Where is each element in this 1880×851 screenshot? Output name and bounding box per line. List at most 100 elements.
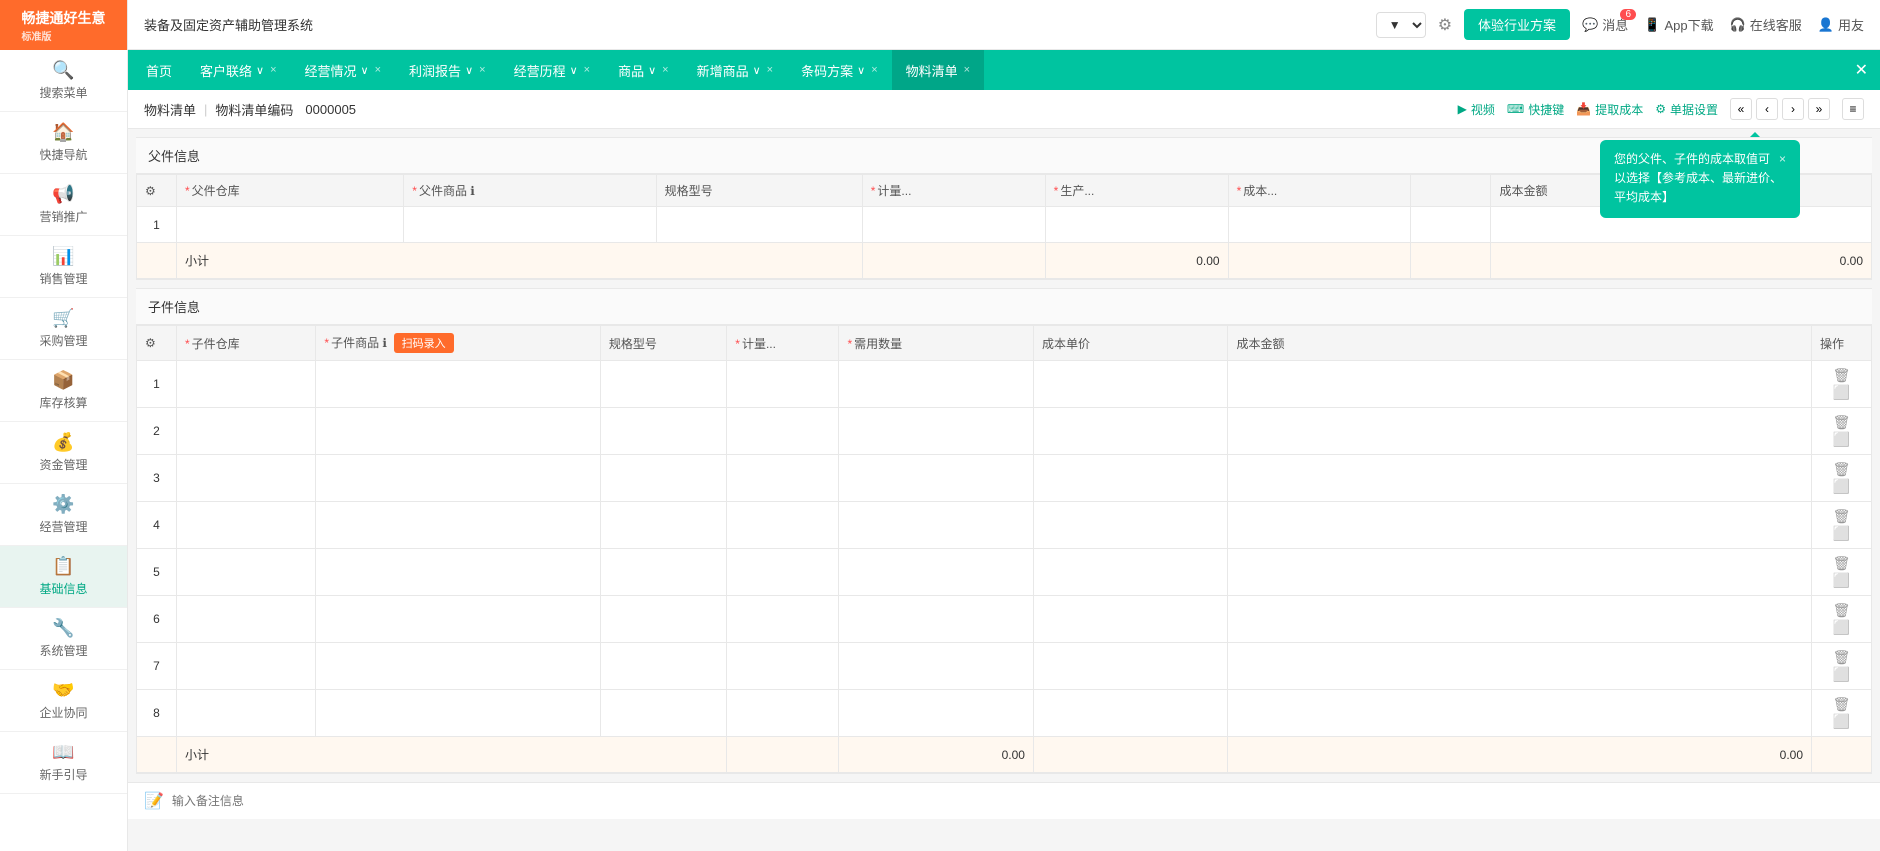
child-cell-spec-1[interactable] [600, 361, 726, 408]
child-cell-warehouse-7[interactable] [177, 643, 316, 690]
nav-tab-close-goods[interactable]: × [662, 64, 668, 76]
child-cell-warehouse-8[interactable] [177, 690, 316, 737]
child-cell-qty-5[interactable] [839, 549, 1033, 596]
child-cell-warehouse-4[interactable] [177, 502, 316, 549]
system-select[interactable]: ▼ [1376, 12, 1426, 38]
delete-icon-7[interactable]: 🗑 [1833, 649, 1851, 665]
child-cell-spec-3[interactable] [600, 455, 726, 502]
sidebar-item-basic[interactable]: 📋基础信息 [0, 546, 127, 608]
message-icon-group[interactable]: 💬 消息 6 [1582, 15, 1628, 34]
child-cell-unit-4[interactable] [727, 502, 839, 549]
child-cell-spec-4[interactable] [600, 502, 726, 549]
sidebar-item-sales[interactable]: 📊销售管理 [0, 236, 127, 298]
child-cell-goods-6[interactable] [316, 596, 600, 643]
child-cell-goods-2[interactable] [316, 408, 600, 455]
view-action[interactable]: ▶ 视频 [1458, 101, 1495, 118]
child-cell-unitcost-4[interactable] [1033, 502, 1227, 549]
child-cell-qty-1[interactable] [839, 361, 1033, 408]
child-cell-costamount-5[interactable] [1228, 549, 1812, 596]
delete-icon-8[interactable]: 🗑 [1833, 696, 1851, 712]
sidebar-item-guide[interactable]: 📖新手引导 [0, 732, 127, 794]
child-cell-costamount-1[interactable] [1228, 361, 1812, 408]
close-all-tabs-icon[interactable]: ✕ [1847, 60, 1876, 80]
nav-tab-close-profit[interactable]: × [479, 64, 485, 76]
trial-button[interactable]: 体验行业方案 [1464, 9, 1570, 40]
copy-icon-3[interactable]: ⬜ [1833, 478, 1850, 494]
shortcut-action[interactable]: ⌨ 快捷键 [1507, 101, 1564, 118]
gear-icon[interactable]: ⚙ [1438, 15, 1452, 35]
user-group[interactable]: 👤 用友 [1818, 15, 1864, 34]
child-cell-spec-8[interactable] [600, 690, 726, 737]
scan-btn[interactable]: 扫码录入 [394, 333, 454, 353]
child-cell-costamount-8[interactable] [1228, 690, 1812, 737]
child-cell-costamount-7[interactable] [1228, 643, 1812, 690]
child-cell-unit-5[interactable] [727, 549, 839, 596]
first-page-btn[interactable]: « [1730, 98, 1752, 120]
child-cell-unitcost-7[interactable] [1033, 643, 1227, 690]
child-cell-spec-7[interactable] [600, 643, 726, 690]
child-cell-unit-8[interactable] [727, 690, 839, 737]
parent-cell-spec[interactable] [656, 207, 862, 243]
delete-icon-1[interactable]: 🗑 [1833, 367, 1851, 383]
copy-icon-8[interactable]: ⬜ [1833, 713, 1850, 729]
app-download-group[interactable]: 📱 App下载 [1644, 15, 1713, 34]
child-cell-warehouse-3[interactable] [177, 455, 316, 502]
grid-view-btn[interactable]: ≡ [1842, 98, 1864, 120]
child-cell-qty-6[interactable] [839, 596, 1033, 643]
child-cell-qty-8[interactable] [839, 690, 1033, 737]
child-cell-goods-8[interactable] [316, 690, 600, 737]
delete-icon-3[interactable]: 🗑 [1833, 461, 1851, 477]
sidebar-item-ops[interactable]: ⚙️经营管理 [0, 484, 127, 546]
copy-icon-4[interactable]: ⬜ [1833, 525, 1850, 541]
child-cell-goods-1[interactable] [316, 361, 600, 408]
nav-tab-close-barcode[interactable]: × [871, 64, 877, 76]
nav-tab-close-ops-status[interactable]: × [375, 64, 381, 76]
child-cell-unitcost-3[interactable] [1033, 455, 1227, 502]
child-cell-qty-3[interactable] [839, 455, 1033, 502]
delete-icon-5[interactable]: 🗑 [1833, 555, 1851, 571]
child-cell-unit-3[interactable] [727, 455, 839, 502]
nav-tab-bom[interactable]: 物料清单× [892, 50, 984, 90]
sidebar-item-purchase[interactable]: 🛒采购管理 [0, 298, 127, 360]
nav-tab-customer[interactable]: 客户联络∨× [186, 50, 291, 90]
parent-cell-warehouse[interactable] [177, 207, 404, 243]
last-page-btn[interactable]: » [1808, 98, 1830, 120]
sidebar-item-finance[interactable]: 💰资金管理 [0, 422, 127, 484]
sidebar-item-marketing[interactable]: 📢营销推广 [0, 174, 127, 236]
nav-tab-new-goods[interactable]: 新增商品∨× [683, 50, 788, 90]
sidebar-item-corp[interactable]: 🤝企业协同 [0, 670, 127, 732]
child-cell-warehouse-6[interactable] [177, 596, 316, 643]
child-cell-unitcost-6[interactable] [1033, 596, 1227, 643]
parent-cell-prod[interactable] [1045, 207, 1228, 243]
nav-tab-profit[interactable]: 利润报告∨× [395, 50, 500, 90]
child-cell-unitcost-5[interactable] [1033, 549, 1227, 596]
settings-action[interactable]: ⚙ 单据设置 [1655, 101, 1718, 118]
copy-icon-7[interactable]: ⬜ [1833, 666, 1850, 682]
delete-icon-4[interactable]: 🗑 [1833, 508, 1851, 524]
copy-icon-1[interactable]: ⬜ [1833, 384, 1850, 400]
nav-tab-close-ops-history[interactable]: × [584, 64, 590, 76]
child-cell-goods-4[interactable] [316, 502, 600, 549]
copy-icon-6[interactable]: ⬜ [1833, 619, 1850, 635]
child-cell-warehouse-1[interactable] [177, 361, 316, 408]
child-cell-qty-2[interactable] [839, 408, 1033, 455]
nav-tab-close-new-goods[interactable]: × [767, 64, 773, 76]
nav-tab-home[interactable]: 首页 [132, 50, 186, 90]
child-cell-costamount-3[interactable] [1228, 455, 1812, 502]
child-cell-unitcost-2[interactable] [1033, 408, 1227, 455]
child-cell-unitcost-1[interactable] [1033, 361, 1227, 408]
nav-tab-barcode[interactable]: 条码方案∨× [787, 50, 892, 90]
delete-icon-6[interactable]: 🗑 [1833, 602, 1851, 618]
sidebar-item-inventory[interactable]: 📦库存核算 [0, 360, 127, 422]
sidebar-item-quick-nav[interactable]: 🏠快捷导航 [0, 112, 127, 174]
copy-icon-2[interactable]: ⬜ [1833, 431, 1850, 447]
nav-tab-goods[interactable]: 商品∨× [604, 50, 683, 90]
child-cell-warehouse-2[interactable] [177, 408, 316, 455]
child-cell-unit-6[interactable] [727, 596, 839, 643]
next-page-btn[interactable]: › [1782, 98, 1804, 120]
child-col-gear[interactable]: ⚙ [137, 326, 177, 361]
sidebar-item-search[interactable]: 🔍搜索菜单 [0, 50, 127, 112]
online-service-group[interactable]: 🎧 在线客服 [1730, 15, 1802, 34]
nav-tab-ops-history[interactable]: 经营历程∨× [500, 50, 605, 90]
child-cell-qty-7[interactable] [839, 643, 1033, 690]
